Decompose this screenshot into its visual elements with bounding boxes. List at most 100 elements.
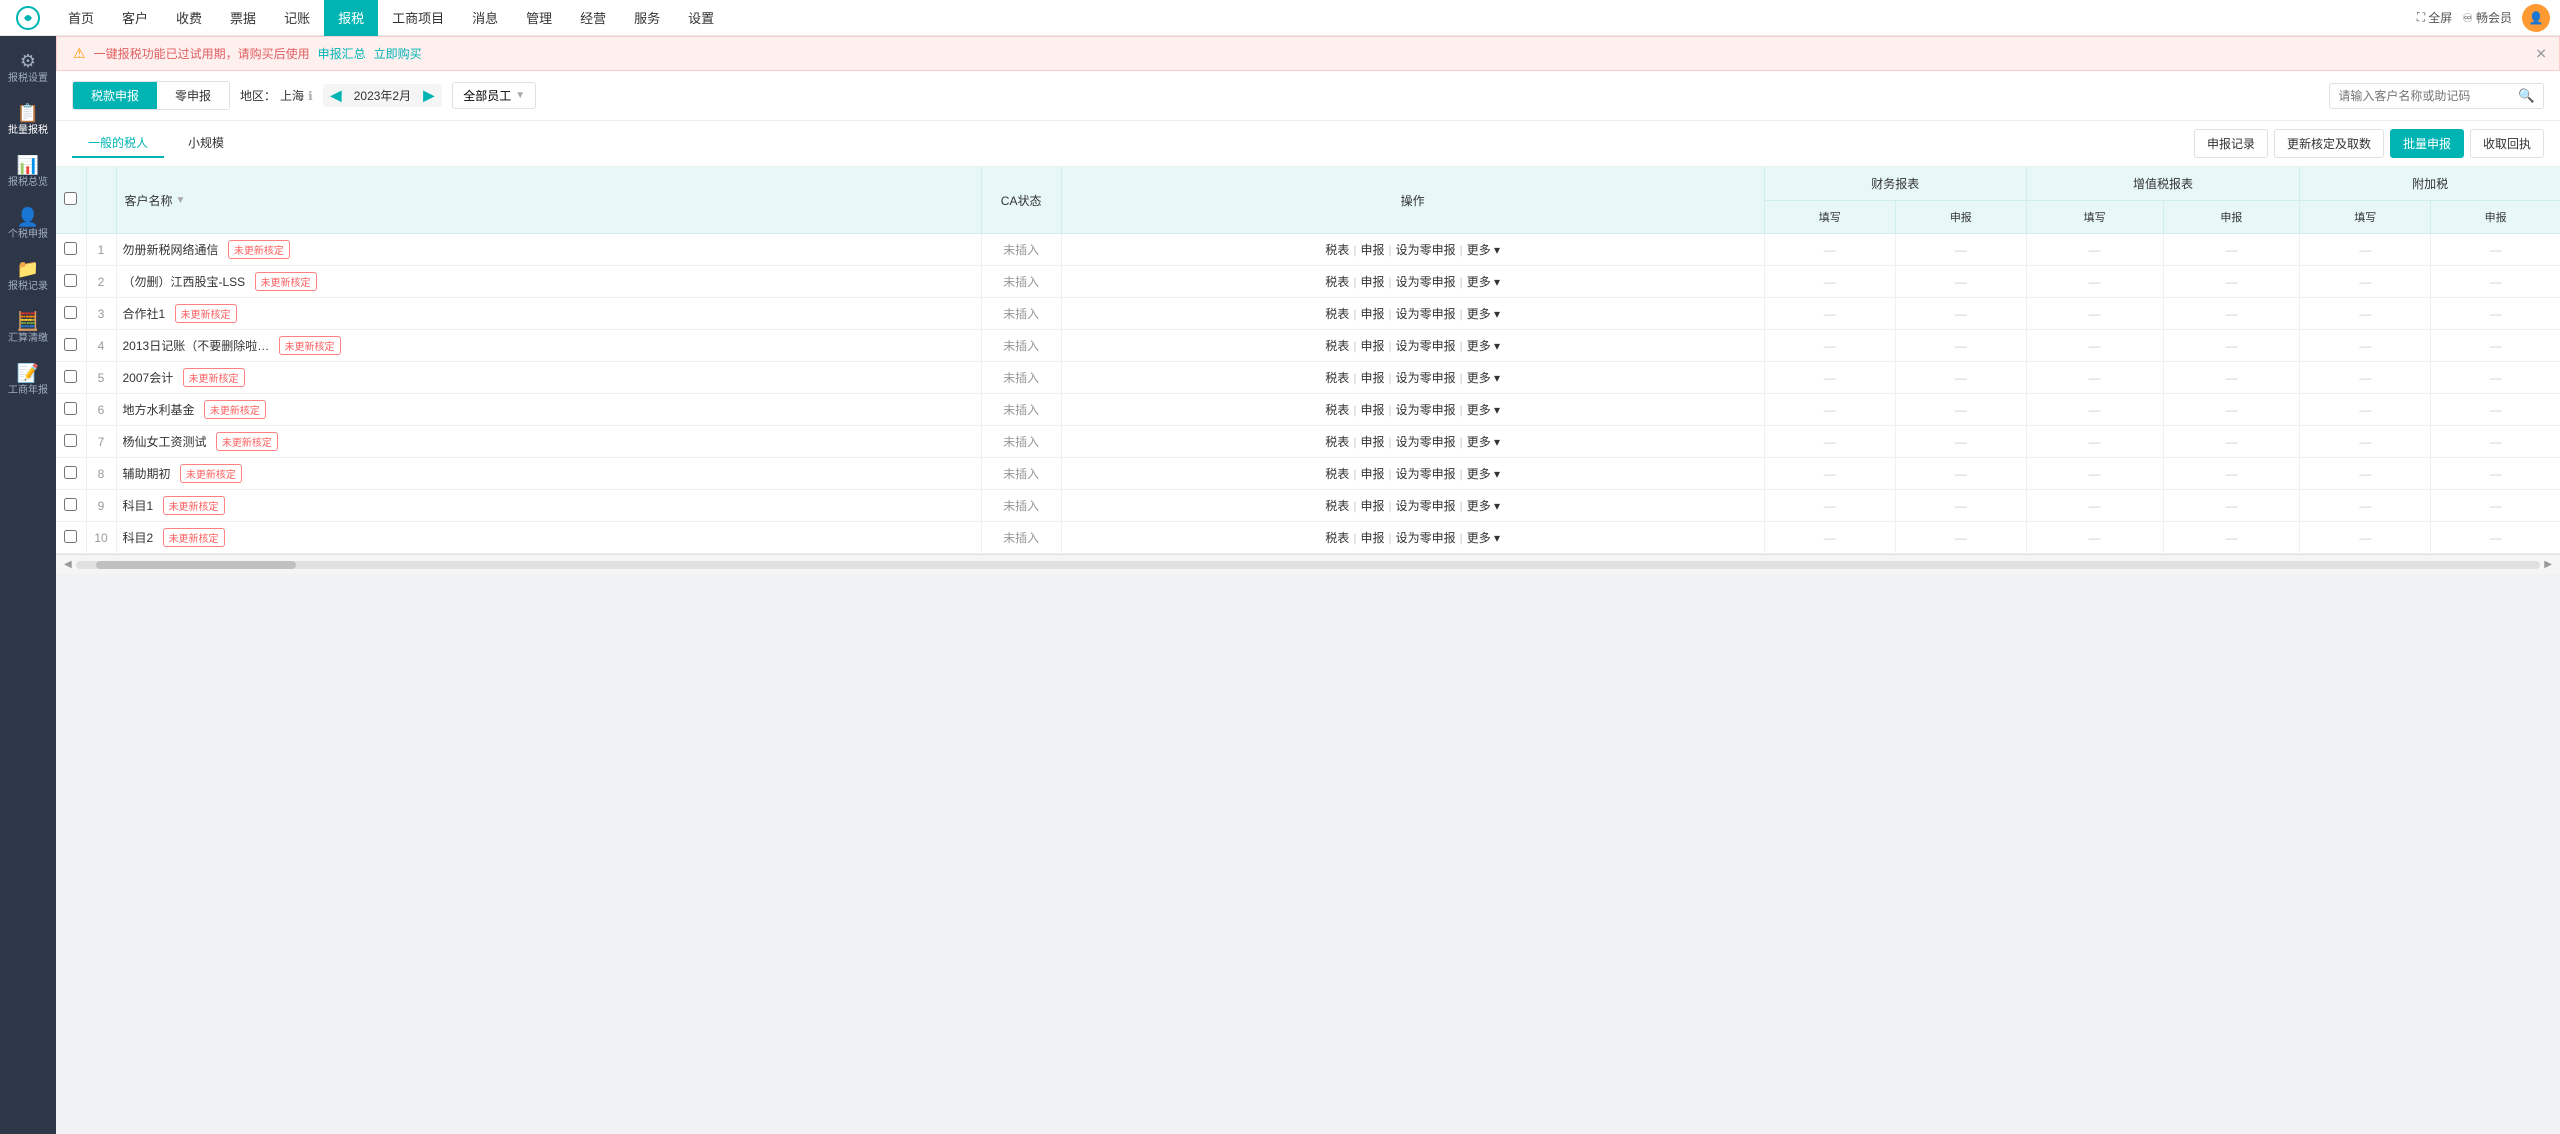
- tab-zero-report[interactable]: 零申报: [157, 82, 229, 109]
- op-more-1[interactable]: 更多 ▾: [1467, 273, 1500, 290]
- tab-tax-report[interactable]: 税款申报: [73, 82, 157, 109]
- row-checkbox-9[interactable]: [64, 530, 77, 543]
- op-tax-table-8[interactable]: 税表: [1325, 497, 1349, 514]
- op-zero-3[interactable]: 设为零申报: [1396, 337, 1456, 354]
- nav-operation[interactable]: 经营: [566, 0, 620, 36]
- scroll-left-arrow[interactable]: ◀: [64, 559, 72, 570]
- op-more-2[interactable]: 更多 ▾: [1467, 305, 1500, 322]
- region-value[interactable]: 上海: [280, 87, 304, 104]
- op-declare-4[interactable]: 申报: [1360, 369, 1384, 386]
- tab-general-taxpayer[interactable]: 一般的税人: [72, 129, 164, 158]
- fullscreen-btn[interactable]: ⛶ 全屏: [2417, 9, 2452, 26]
- op-zero-6[interactable]: 设为零申报: [1396, 433, 1456, 450]
- nav-home[interactable]: 首页: [54, 0, 108, 36]
- row-checkbox-2[interactable]: [64, 306, 77, 319]
- op-zero-7[interactable]: 设为零申报: [1396, 465, 1456, 482]
- op-declare-5[interactable]: 申报: [1360, 401, 1384, 418]
- op-declare-0[interactable]: 申报: [1360, 241, 1384, 258]
- search-button[interactable]: 🔍: [2510, 84, 2543, 108]
- member-btn[interactable]: ♾ 畅会员: [2462, 9, 2512, 26]
- op-declare-1[interactable]: 申报: [1360, 273, 1384, 290]
- nav-message[interactable]: 消息: [458, 0, 512, 36]
- op-more-0[interactable]: 更多 ▾: [1467, 241, 1500, 258]
- sort-icon[interactable]: ▼: [176, 195, 186, 206]
- op-more-8[interactable]: 更多 ▾: [1467, 497, 1500, 514]
- op-declare-3[interactable]: 申报: [1360, 337, 1384, 354]
- op-more-7[interactable]: 更多 ▾: [1467, 465, 1500, 482]
- col-header-ca-status: CA状态: [1001, 194, 1042, 208]
- row-tax-fill-8: —: [2026, 490, 2163, 522]
- sub-fill-1: 填写: [1819, 212, 1841, 224]
- nav-billing[interactable]: 收费: [162, 0, 216, 36]
- op-more-5[interactable]: 更多 ▾: [1467, 401, 1500, 418]
- row-checkbox-3[interactable]: [64, 338, 77, 351]
- nav-invoice[interactable]: 票据: [216, 0, 270, 36]
- select-all-checkbox[interactable]: [64, 192, 77, 205]
- op-tax-table-5[interactable]: 税表: [1325, 401, 1349, 418]
- op-tax-table-2[interactable]: 税表: [1325, 305, 1349, 322]
- op-tax-table-7[interactable]: 税表: [1325, 465, 1349, 482]
- op-declare-8[interactable]: 申报: [1360, 497, 1384, 514]
- avatar[interactable]: 👤: [2522, 4, 2550, 32]
- sidebar-item-batch-tax[interactable]: 📋 批量报税: [0, 94, 56, 146]
- search-input[interactable]: [2330, 85, 2510, 107]
- nav-bizproject[interactable]: 工商项目: [378, 0, 458, 36]
- update-quota-btn[interactable]: 更新核定及取数: [2274, 129, 2384, 158]
- declare-record-btn[interactable]: 申报记录: [2194, 129, 2268, 158]
- notice-link-buy[interactable]: 立即购买: [374, 45, 422, 62]
- sidebar-item-personal-tax[interactable]: 👤 个税申报: [0, 198, 56, 250]
- row-checkbox-8[interactable]: [64, 498, 77, 511]
- nav-service[interactable]: 服务: [620, 0, 674, 36]
- op-zero-5[interactable]: 设为零申报: [1396, 401, 1456, 418]
- sidebar: ⚙ 报税设置 📋 批量报税 📊 报税总览 👤 个税申报 📁 报税记录 🧮 汇算清…: [0, 36, 56, 1134]
- sidebar-item-tax-overview[interactable]: 📊 报税总览: [0, 146, 56, 198]
- op-tax-table-4[interactable]: 税表: [1325, 369, 1349, 386]
- row-checkbox-4[interactable]: [64, 370, 77, 383]
- op-zero-9[interactable]: 设为零申报: [1396, 529, 1456, 546]
- employee-selector[interactable]: 全部员工 ▼: [452, 82, 536, 109]
- row-checkbox-6[interactable]: [64, 434, 77, 447]
- scroll-track: [76, 561, 2541, 569]
- op-declare-2[interactable]: 申报: [1360, 305, 1384, 322]
- sidebar-item-biz-annual[interactable]: 📝 工商年报: [0, 354, 56, 406]
- notice-close-btn[interactable]: ✕: [2535, 45, 2547, 62]
- nav-client[interactable]: 客户: [108, 0, 162, 36]
- row-checkbox-0[interactable]: [64, 242, 77, 255]
- scroll-right-arrow[interactable]: ▶: [2544, 559, 2552, 570]
- period-next-btn[interactable]: ▶: [423, 87, 434, 104]
- op-more-3[interactable]: 更多 ▾: [1467, 337, 1500, 354]
- op-more-6[interactable]: 更多 ▾: [1467, 433, 1500, 450]
- nav-settings[interactable]: 设置: [674, 0, 728, 36]
- op-zero-4[interactable]: 设为零申报: [1396, 369, 1456, 386]
- op-zero-2[interactable]: 设为零申报: [1396, 305, 1456, 322]
- row-checkbox-5[interactable]: [64, 402, 77, 415]
- op-more-9[interactable]: 更多 ▾: [1467, 529, 1500, 546]
- tab-small-scale[interactable]: 小规模: [172, 129, 240, 158]
- op-more-4[interactable]: 更多 ▾: [1467, 369, 1500, 386]
- op-declare-9[interactable]: 申报: [1360, 529, 1384, 546]
- op-zero-0[interactable]: 设为零申报: [1396, 241, 1456, 258]
- period-prev-btn[interactable]: ◀: [331, 87, 342, 104]
- scroll-thumb[interactable]: [96, 561, 296, 569]
- op-tax-table-6[interactable]: 税表: [1325, 433, 1349, 450]
- op-tax-table-0[interactable]: 税表: [1325, 241, 1349, 258]
- row-checkbox-7[interactable]: [64, 466, 77, 479]
- nav-tax[interactable]: 报税: [324, 0, 378, 36]
- sidebar-item-tax-settings[interactable]: ⚙ 报税设置: [0, 42, 56, 94]
- notice-link-summary[interactable]: 申报汇总: [318, 45, 366, 62]
- nav-manage[interactable]: 管理: [512, 0, 566, 36]
- batch-declare-btn[interactable]: 批量申报: [2390, 129, 2464, 158]
- op-zero-1[interactable]: 设为零申报: [1396, 273, 1456, 290]
- sidebar-item-tax-records[interactable]: 📁 报税记录: [0, 250, 56, 302]
- retrieve-btn[interactable]: 收取回执: [2470, 129, 2544, 158]
- nav-accounting[interactable]: 记账: [270, 0, 324, 36]
- sidebar-item-calc-clear[interactable]: 🧮 汇算清缴: [0, 302, 56, 354]
- region-info-icon[interactable]: ℹ: [308, 89, 313, 103]
- op-tax-table-9[interactable]: 税表: [1325, 529, 1349, 546]
- op-tax-table-3[interactable]: 税表: [1325, 337, 1349, 354]
- op-declare-7[interactable]: 申报: [1360, 465, 1384, 482]
- op-zero-8[interactable]: 设为零申报: [1396, 497, 1456, 514]
- op-declare-6[interactable]: 申报: [1360, 433, 1384, 450]
- op-tax-table-1[interactable]: 税表: [1325, 273, 1349, 290]
- row-checkbox-1[interactable]: [64, 274, 77, 287]
